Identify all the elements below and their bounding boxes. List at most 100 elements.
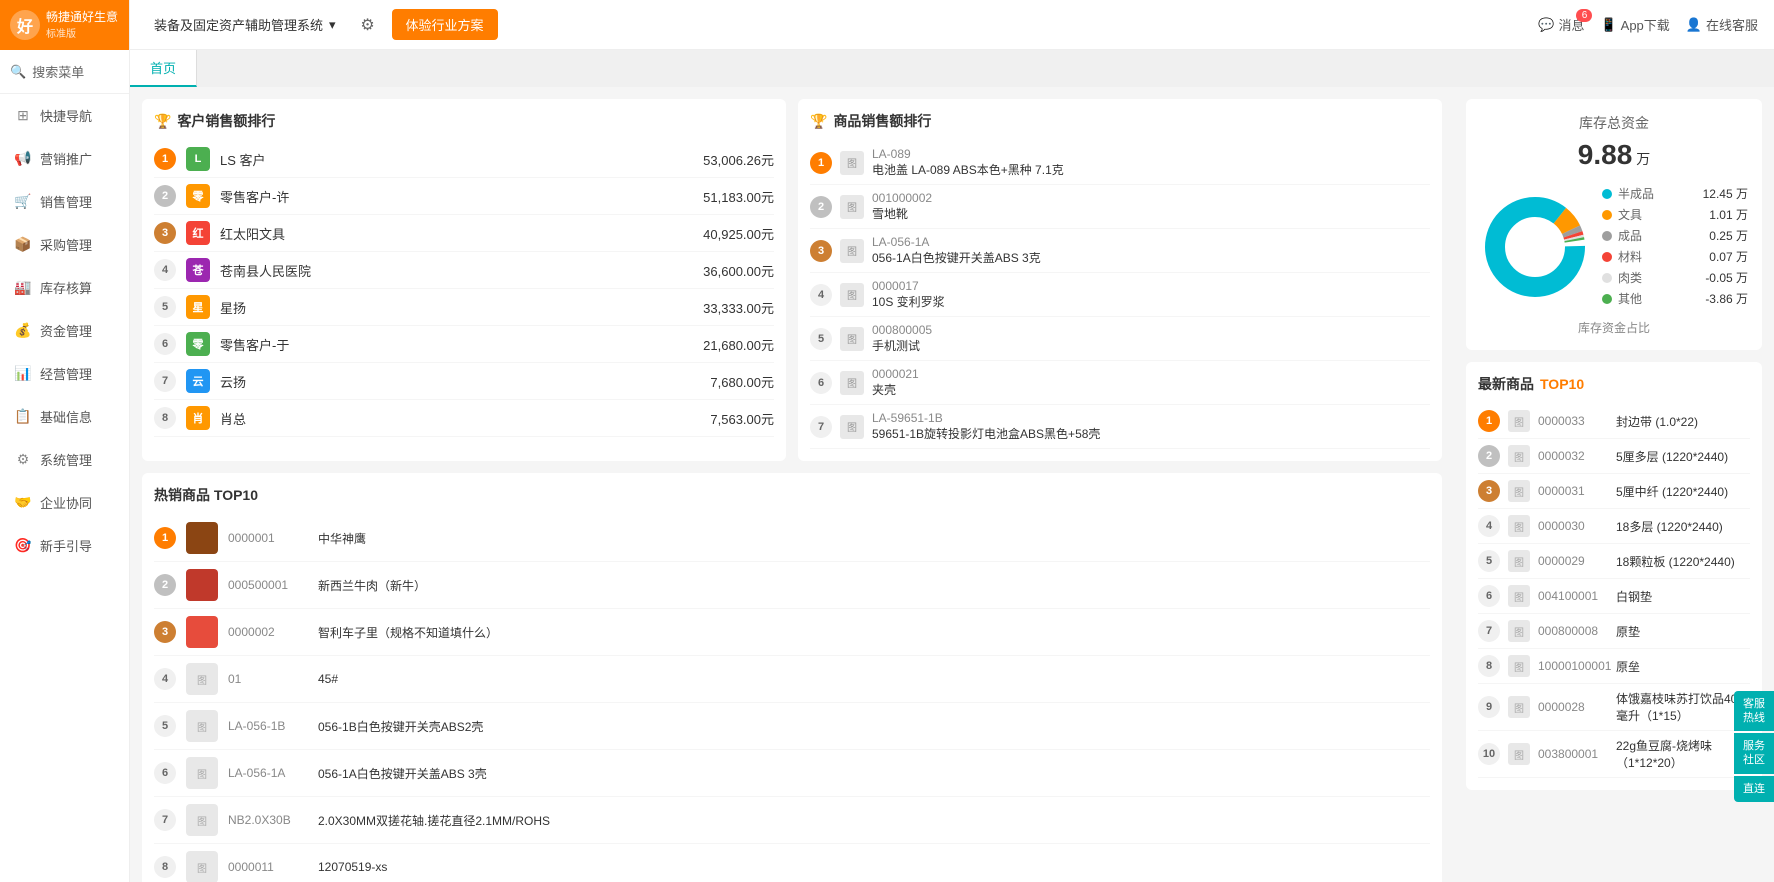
system-selector[interactable]: 装备及固定资产辅助管理系统 ▾ (146, 11, 344, 38)
hot-product-code: LA-056-1B (228, 719, 308, 733)
new-products-panel: 最新商品 TOP10 1 图 0000033 封边带 (1.0*22) 2 图 … (1466, 362, 1762, 790)
sidebar-item-system[interactable]: ⚙ 系统管理 (0, 438, 129, 481)
rank-value: 7,680.00元 (710, 372, 774, 391)
new-product-thumb: 图 (1508, 743, 1530, 765)
rank-number: 6 (810, 372, 832, 394)
new-product-name: 封边带 (1.0*22) (1616, 413, 1750, 430)
customer-rank-item: 6 零 零售客户-于 21,680.00元 (154, 326, 774, 363)
product-code: 0000017 (872, 279, 1430, 293)
enterprise-icon: 🤝 (14, 494, 32, 512)
new-products-label: 最新商品 (1478, 374, 1534, 394)
mobile-icon: 📱 (1600, 17, 1616, 33)
product-rank-item: 3 图 LA-056-1A 056-1A白色按键开关盖ABS 3克 (810, 229, 1430, 273)
message-action[interactable]: 💬 消息 6 (1538, 15, 1584, 34)
product-thumbnail: 图 (186, 757, 218, 789)
hot-products-title: 热销商品 TOP10 (154, 485, 258, 505)
app-edition: 标准版 (46, 25, 118, 40)
rank-avatar: 零 (186, 332, 210, 356)
new-product-code: 0000033 (1538, 414, 1608, 428)
product-thumb: 图 (840, 239, 864, 263)
product-info: LA-089 电池盖 LA-089 ABS本色+黑种 7.1克 (872, 147, 1430, 178)
product-info: 0000021 夹壳 (872, 367, 1430, 398)
new-product-code: 10000100001 (1538, 659, 1608, 673)
sidebar-item-quicknav[interactable]: ⊞ 快捷导航 (0, 94, 129, 137)
search-menu-btn[interactable]: 🔍 搜索菜单 (10, 58, 119, 85)
new-product-name: 5厘多层 (1220*2440) (1616, 448, 1750, 465)
sidebar-item-basic[interactable]: 📋 基础信息 (0, 395, 129, 438)
product-rank-item: 2 图 001000002 雪地靴 (810, 185, 1430, 229)
sidebar-item-finance[interactable]: 💰 资金管理 (0, 309, 129, 352)
product-info: LA-59651-1B 59651-1B旋转投影灯电池盒ABS黑色+58壳 (872, 411, 1430, 442)
rank-number: 7 (154, 370, 176, 392)
new-product-name: 体饿嘉枝味苏打饮品400毫升（1*15） (1616, 690, 1750, 724)
sidebar-item-sales-label: 销售管理 (40, 192, 92, 211)
sidebar-item-system-label: 系统管理 (40, 450, 92, 469)
new-product-item: 10 图 003800001 22g鱼豆腐-烧烤味（1*12*20） (1478, 731, 1750, 778)
app-download-action[interactable]: 📱 App下载 (1600, 15, 1669, 34)
tab-home[interactable]: 首页 (130, 50, 197, 87)
new-product-item: 5 图 0000029 18颗粒板 (1220*2440) (1478, 544, 1750, 579)
trophy-icon-2: 🏆 (810, 113, 827, 130)
trial-btn[interactable]: 体验行业方案 (392, 9, 498, 40)
customer-ranking-header: 🏆 客户销售额排行 (154, 111, 774, 131)
new-product-name: 5厘中纤 (1220*2440) (1616, 483, 1750, 500)
cs-community-btn[interactable]: 服务社区 (1734, 733, 1774, 774)
new-product-item: 1 图 0000033 封边带 (1.0*22) (1478, 404, 1750, 439)
rank-avatar: 红 (186, 221, 210, 245)
product-thumbnail: 图 (186, 663, 218, 695)
new-product-code: 0000030 (1538, 519, 1608, 533)
sidebar-item-inventory[interactable]: 🏭 库存核算 (0, 266, 129, 309)
new-product-thumb: 图 (1508, 655, 1530, 677)
sidebar-item-enterprise[interactable]: 🤝 企业协同 (0, 481, 129, 524)
customer-rank-item: 8 肖 肖总 7,563.00元 (154, 400, 774, 437)
new-product-thumb: 图 (1508, 410, 1530, 432)
product-name: 056-1A白色按键开关盖ABS 3克 (872, 249, 1430, 266)
hot-product-code: NB2.0X30B (228, 813, 308, 827)
page-tabs: 首页 (130, 50, 1774, 87)
app-logo: 好 畅捷通好生意 标准版 (0, 0, 129, 50)
hot-product-item: 7 图 NB2.0X30B 2.0X30MM双搓花轴.搓花直径2.1MM/ROH… (154, 797, 1430, 844)
sidebar-item-sales[interactable]: 🛒 销售管理 (0, 180, 129, 223)
sidebar-item-marketing-label: 营销推广 (40, 149, 92, 168)
product-thumb: 图 (840, 283, 864, 307)
hot-product-name: 056-1A白色按键开关盖ABS 3壳 (318, 765, 1430, 782)
new-product-code: 0000032 (1538, 449, 1608, 463)
hot-product-code: 000500001 (228, 578, 308, 592)
legend-dot (1602, 231, 1612, 241)
product-name: 雪地靴 (872, 205, 1430, 222)
product-name: 59651-1B旋转投影灯电池盒ABS黑色+58壳 (872, 425, 1430, 442)
new-product-name: 原垫 (1616, 623, 1750, 640)
sidebar-item-enterprise-label: 企业协同 (40, 493, 92, 512)
settings-btn[interactable]: ⚙ (354, 11, 382, 39)
hot-product-code: LA-056-1A (228, 766, 308, 780)
cs-direct-btn[interactable]: 直连 (1734, 776, 1774, 802)
new-product-name: 原垒 (1616, 658, 1750, 675)
inventory-title-text: 库存总资金 (1579, 113, 1649, 133)
sidebar-item-guide-label: 新手引导 (40, 536, 92, 555)
right-panel: 库存总资金 9.88 万 (1454, 87, 1774, 882)
hot-product-code: 0000001 (228, 531, 308, 545)
legend-dot (1602, 210, 1612, 220)
cs-hotline-btn[interactable]: 客服热线 (1734, 691, 1774, 732)
new-product-rank: 6 (1478, 585, 1500, 607)
legend-item: 肉类 -0.05 万 (1602, 269, 1748, 286)
product-rank-item: 1 图 LA-089 电池盖 LA-089 ABS本色+黑种 7.1克 (810, 141, 1430, 185)
rank-value: 7,563.00元 (710, 409, 774, 428)
legend-label: 半成品 (1618, 185, 1697, 202)
hot-product-item: 6 图 LA-056-1A 056-1A白色按键开关盖ABS 3壳 (154, 750, 1430, 797)
new-product-rank: 7 (1478, 620, 1500, 642)
online-service-action[interactable]: 👤 在线客服 (1686, 15, 1758, 34)
sidebar-item-marketing[interactable]: 📢 营销推广 (0, 137, 129, 180)
sidebar-item-guide[interactable]: 🎯 新手引导 (0, 524, 129, 567)
new-product-item: 3 图 0000031 5厘中纤 (1220*2440) (1478, 474, 1750, 509)
sidebar-item-purchase[interactable]: 📦 采购管理 (0, 223, 129, 266)
product-info: 000800005 手机测试 (872, 323, 1430, 354)
sidebar-item-operations[interactable]: 📊 经营管理 (0, 352, 129, 395)
rank-name: 云扬 (220, 372, 700, 391)
float-customer-service: 客服热线 服务社区 直连 (1734, 691, 1774, 802)
content-area: 🏆 客户销售额排行 1 L LS 客户 53,006.26元 2 零 零售客户-… (130, 87, 1774, 882)
hot-product-item: 5 图 LA-056-1B 056-1B白色按键开关壳ABS2壳 (154, 703, 1430, 750)
sales-icon: 🛒 (14, 193, 32, 211)
topbar-actions: 💬 消息 6 📱 App下载 👤 在线客服 (1538, 15, 1758, 34)
rank-avatar: L (186, 147, 210, 171)
